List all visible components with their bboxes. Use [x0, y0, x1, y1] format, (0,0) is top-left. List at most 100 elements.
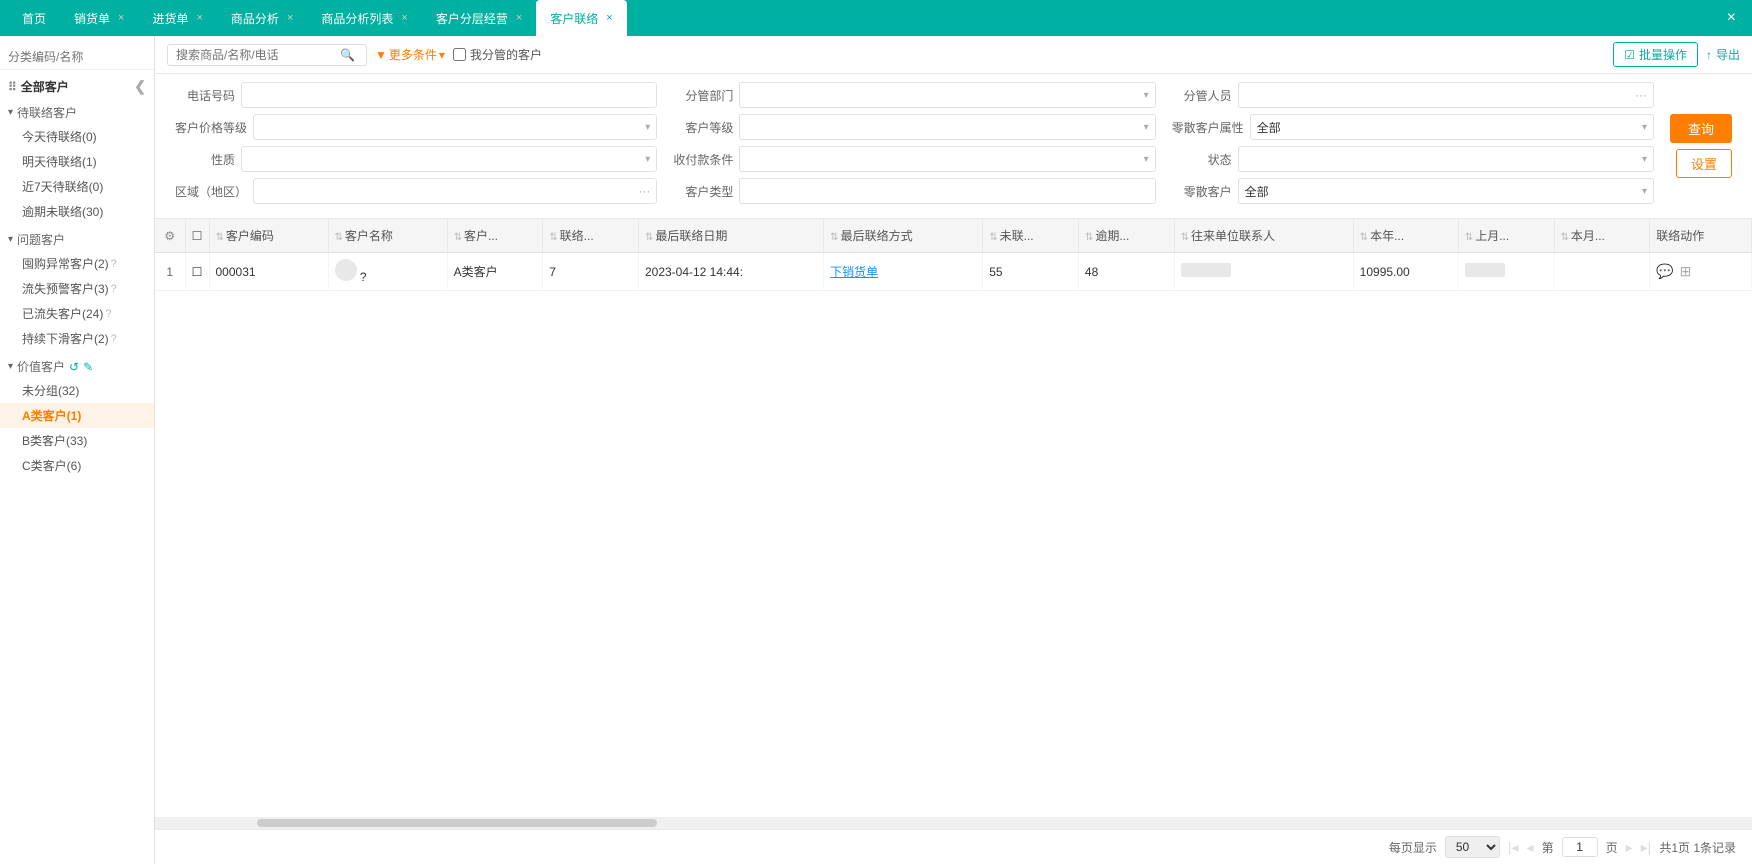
row-checkbox[interactable]: ☐: [185, 253, 209, 291]
home-label: 首页: [22, 10, 46, 27]
sidebar-item-a-class[interactable]: A类客户(1): [0, 403, 154, 428]
filter-row-3: 性质 ▾ 收付款条件 ▾: [167, 146, 1662, 172]
batch-icon: ☑: [1624, 48, 1635, 62]
phone-label: 电话号码: [175, 87, 235, 104]
retail-label: 零散客户: [1172, 183, 1232, 200]
next-page-icon[interactable]: ▸: [1626, 839, 1633, 856]
filter-cell-area: 区域（地区） ···: [167, 178, 665, 204]
nav-tab-sales[interactable]: 销货单 ×: [60, 0, 138, 36]
sidebar-item-c-class[interactable]: C类客户(6): [0, 453, 154, 478]
dept-dropdown[interactable]: ▾: [739, 82, 1155, 108]
sidebar-item-b-class[interactable]: B类客户(33): [0, 428, 154, 453]
main-layout: 🔍 ⠿ 全部客户 ❮ ▾ 待联络客户 今天待联络(0) 明天待联络(1) 近7天…: [0, 36, 1752, 864]
filter-cell-status: 状态 ▾: [1164, 146, 1662, 172]
person-dropdown[interactable]: ···: [1238, 82, 1654, 108]
query-button[interactable]: 查询: [1670, 114, 1732, 143]
phone-input[interactable]: [241, 82, 657, 108]
settings-button[interactable]: 设置: [1676, 149, 1732, 178]
nav-tab-product-analysis[interactable]: 商品分析 ×: [217, 0, 307, 36]
col-name: ⇅客户名称: [328, 219, 447, 253]
batch-operation-button[interactable]: ☑ 批量操作: [1613, 42, 1698, 67]
retail-value: 全部: [1245, 183, 1269, 200]
sort-code-icon[interactable]: ⇅: [216, 232, 224, 243]
chat-action-icon[interactable]: 💬: [1656, 263, 1673, 280]
last-page-icon[interactable]: ▸|: [1641, 839, 1652, 856]
horizontal-scrollbar[interactable]: [155, 817, 1752, 829]
sort-last-date-icon[interactable]: ⇅: [645, 232, 653, 243]
add-value-icon[interactable]: ✎: [83, 360, 93, 374]
prev-page-icon[interactable]: ◂: [1527, 839, 1534, 856]
sort-uncontact-icon[interactable]: ⇅: [989, 232, 997, 243]
price-level-dropdown[interactable]: ▾: [253, 114, 657, 140]
row-last-method[interactable]: 下销货单: [824, 253, 983, 291]
row-num: 1: [155, 253, 185, 291]
retail-dropdown[interactable]: 全部 ▾: [1238, 178, 1654, 204]
customer-level-dropdown[interactable]: ▾: [739, 114, 1155, 140]
my-customers-checkbox[interactable]: [453, 48, 466, 61]
per-page-select[interactable]: 50 100 200: [1445, 836, 1500, 858]
sidebar-all-customers-header[interactable]: ⠿ 全部客户 ❮: [0, 74, 154, 99]
filter-bar: 🔍 ▼ 更多条件 ▾ 我分管的客户 ☑ 批量操作 ↑ 导出: [155, 36, 1752, 74]
sidebar-item-declining[interactable]: 持续下滑客户(2) ?: [0, 326, 154, 351]
sidebar-section-pending-title[interactable]: ▾ 待联络客户: [0, 101, 154, 124]
nav-tab-purchase[interactable]: 进货单 ×: [138, 0, 216, 36]
last-method-link[interactable]: 下销货单: [830, 265, 878, 279]
sidebar-item-churned[interactable]: 已流失客户(24) ?: [0, 301, 154, 326]
sidebar-collapse-icon[interactable]: ❮: [134, 78, 146, 95]
status-arrow-icon: ▾: [1642, 154, 1647, 165]
retail-attr-dropdown[interactable]: 全部 ▾: [1250, 114, 1654, 140]
close-sales-icon[interactable]: ×: [118, 12, 124, 24]
sort-this-month-icon[interactable]: ⇅: [1561, 232, 1569, 243]
sort-overdue-icon[interactable]: ⇅: [1085, 232, 1093, 243]
sort-contact-icon[interactable]: ⇅: [549, 232, 557, 243]
payment-dropdown[interactable]: ▾: [739, 146, 1155, 172]
sidebar-item-tomorrow[interactable]: 明天待联络(1): [0, 149, 154, 174]
nature-dropdown[interactable]: ▾: [241, 146, 657, 172]
nav-tab-customer-layer[interactable]: 客户分层经营 ×: [422, 0, 536, 36]
sort-last-month-icon[interactable]: ⇅: [1465, 232, 1473, 243]
sidebar-item-7days[interactable]: 近7天待联络(0): [0, 174, 154, 199]
sort-type-icon[interactable]: ⇅: [454, 232, 462, 243]
sidebar-item-overdue[interactable]: 逾期未联络(30): [0, 199, 154, 224]
close-purchase-icon[interactable]: ×: [196, 12, 202, 24]
col-this-month: ⇅本月...: [1554, 219, 1650, 253]
sort-unit-contact-icon[interactable]: ⇅: [1181, 232, 1189, 243]
row-actions: 💬 ⊞: [1650, 253, 1752, 291]
sort-this-year-icon[interactable]: ⇅: [1360, 232, 1368, 243]
scrollbar-thumb[interactable]: [257, 819, 657, 827]
filter-more-conditions[interactable]: ▼ 更多条件 ▾: [375, 46, 445, 63]
refresh-value-icon[interactable]: ↺: [69, 360, 79, 374]
cust-type-input[interactable]: [739, 178, 1155, 204]
sidebar-section-problem-title[interactable]: ▾ 问题客户: [0, 228, 154, 251]
first-page-icon[interactable]: |◂: [1508, 839, 1519, 856]
sidebar-item-churn-warning[interactable]: 流失预警客户(3) ?: [0, 276, 154, 301]
filter-cell-dept: 分管部门 ▾: [665, 82, 1163, 108]
close-all-icon[interactable]: ×: [1719, 9, 1744, 27]
export-button[interactable]: ↑ 导出: [1706, 42, 1740, 67]
nav-tab-product-list[interactable]: 商品分析列表 ×: [307, 0, 421, 36]
col-settings[interactable]: ⚙: [155, 219, 185, 253]
filter-my-customers[interactable]: 我分管的客户: [453, 46, 542, 63]
close-product-list-icon[interactable]: ×: [401, 12, 407, 24]
nav-tab-home[interactable]: 首页: [8, 0, 60, 36]
close-customer-layer-icon[interactable]: ×: [516, 12, 522, 24]
sidebar-item-today[interactable]: 今天待联络(0): [0, 124, 154, 149]
sidebar-item-hoarding[interactable]: 囤购异常客户(2) ?: [0, 251, 154, 276]
sidebar-item-ungrouped[interactable]: 未分组(32): [0, 378, 154, 403]
sidebar-section-value-title[interactable]: ▾ 价值客户 ↺ ✎: [0, 355, 154, 378]
filter-search-input[interactable]: [176, 48, 336, 62]
close-product-analysis-icon[interactable]: ×: [287, 12, 293, 24]
area-dropdown[interactable]: ···: [253, 178, 657, 204]
grid-action-icon[interactable]: ⊞: [1680, 263, 1692, 280]
my-customers-label: 我分管的客户: [470, 46, 542, 63]
col-checkbox[interactable]: ☐: [185, 219, 209, 253]
status-dropdown[interactable]: ▾: [1238, 146, 1654, 172]
sidebar-search-input[interactable]: [8, 50, 155, 64]
nav-tab-customer-contact[interactable]: 客户联络 ×: [536, 0, 626, 36]
sort-last-method-icon[interactable]: ⇅: [830, 232, 838, 243]
sort-name-icon[interactable]: ⇅: [335, 232, 343, 243]
customer-avatar: [335, 259, 357, 281]
page-number-input[interactable]: [1562, 837, 1598, 857]
close-customer-contact-icon[interactable]: ×: [606, 12, 612, 24]
export-icon: ↑: [1706, 48, 1712, 62]
